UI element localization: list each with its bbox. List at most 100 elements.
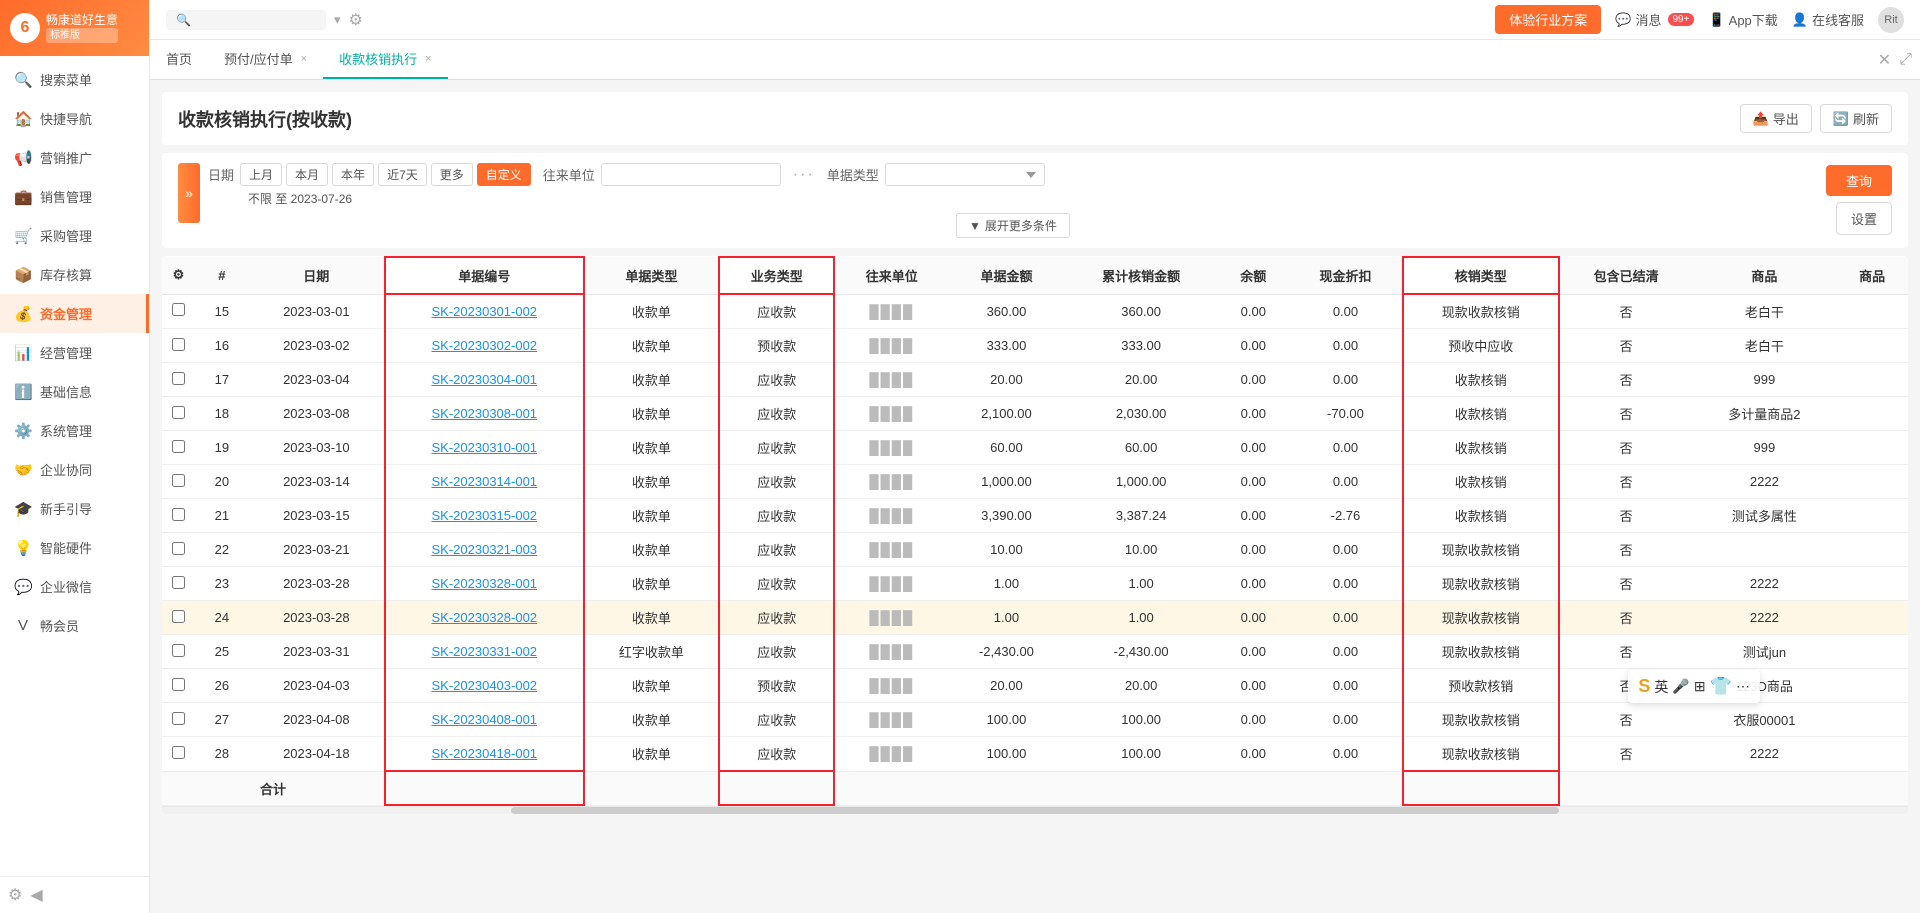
sidebar-item-basic[interactable]: ℹ️基础信息: [0, 372, 149, 411]
cell-checkbox[interactable]: [162, 567, 195, 601]
bill-no-link[interactable]: SK-20230418-001: [432, 746, 538, 761]
date-btn-more[interactable]: 更多: [431, 163, 473, 186]
data-table: ⚙ # 日期 单据编号 单据类型 业务类型 往来单位 单据金额 累计核销金额 余…: [162, 256, 1908, 806]
tab-receivable-exec[interactable]: 收款核销执行 ×: [323, 40, 447, 79]
cell-include-cleared: 否: [1559, 397, 1693, 431]
bill-no-link[interactable]: SK-20230315-002: [432, 508, 538, 523]
row-checkbox[interactable]: [172, 712, 185, 725]
cell-checkbox[interactable]: [162, 397, 195, 431]
sidebar-item-business[interactable]: 📊经营管理: [0, 333, 149, 372]
settings-btn[interactable]: 设置: [1836, 202, 1892, 235]
sidebar-item-quick-nav[interactable]: 🏠快捷导航: [0, 99, 149, 138]
bill-no-link[interactable]: SK-20230301-002: [432, 304, 538, 319]
cell-balance: 0.00: [1217, 431, 1289, 465]
date-btn-custom[interactable]: 自定义: [477, 163, 531, 186]
sidebar-item-inventory[interactable]: 📦库存核算: [0, 255, 149, 294]
sidebar-item-hardware[interactable]: 💡智能硬件: [0, 528, 149, 567]
cell-checkbox[interactable]: [162, 737, 195, 772]
top-search[interactable]: 🔍: [166, 10, 326, 30]
close-all-icon[interactable]: ✕: [1878, 50, 1891, 70]
refresh-icon: 🔄: [1833, 111, 1849, 127]
app-download-item[interactable]: 📱 App下载: [1708, 10, 1777, 29]
row-checkbox[interactable]: [172, 576, 185, 589]
cell-checkbox[interactable]: [162, 329, 195, 363]
cell-checkbox[interactable]: [162, 465, 195, 499]
cell-checkbox[interactable]: [162, 533, 195, 567]
cell-checkbox[interactable]: [162, 363, 195, 397]
bill-no-link[interactable]: SK-20230304-001: [432, 372, 538, 387]
row-checkbox[interactable]: [172, 372, 185, 385]
row-checkbox[interactable]: [172, 474, 185, 487]
cell-accumulated: 3,387.24: [1065, 499, 1218, 533]
sidebar-item-search[interactable]: 🔍搜索菜单: [0, 60, 149, 99]
sidebar-item-sales[interactable]: 💼销售管理: [0, 177, 149, 216]
row-checkbox[interactable]: [172, 678, 185, 691]
sidebar-item-marketing[interactable]: 📢营销推广: [0, 138, 149, 177]
cell-checkbox[interactable]: [162, 499, 195, 533]
online-service-item[interactable]: 👤 在线客服: [1792, 10, 1864, 29]
horizontal-scrollbar[interactable]: [162, 806, 1908, 814]
tab-home[interactable]: 首页: [150, 40, 208, 79]
expand-more-btn[interactable]: ▼ 展开更多条件: [956, 213, 1070, 238]
date-btn-this-month[interactable]: 本月: [286, 163, 328, 186]
partner-input[interactable]: [601, 163, 781, 186]
gear-icon[interactable]: ⚙: [349, 10, 363, 30]
sidebar-item-enterprise[interactable]: 🤝企业协同: [0, 450, 149, 489]
tab-payable-close[interactable]: ×: [301, 53, 307, 65]
row-checkbox[interactable]: [172, 508, 185, 521]
expand-left-btn[interactable]: »: [178, 163, 200, 223]
restore-icon[interactable]: ⤢: [1899, 51, 1912, 69]
date-btn-7days[interactable]: 近7天: [378, 163, 427, 186]
cell-product1: 多计量商品2: [1693, 397, 1837, 431]
tab-payable[interactable]: 预付/应付单 ×: [208, 40, 323, 79]
sidebar-item-guide[interactable]: 🎓新手引导: [0, 489, 149, 528]
row-checkbox[interactable]: [172, 406, 185, 419]
user-avatar[interactable]: Rit: [1878, 7, 1904, 33]
cell-checkbox[interactable]: [162, 294, 195, 329]
bill-type-select[interactable]: [885, 163, 1045, 186]
refresh-btn[interactable]: 🔄 刷新: [1820, 104, 1892, 133]
sidebar-item-system[interactable]: ⚙️系统管理: [0, 411, 149, 450]
bill-no-link[interactable]: SK-20230331-002: [432, 644, 538, 659]
query-btn[interactable]: 查询: [1826, 165, 1892, 196]
col-gear[interactable]: ⚙: [162, 257, 195, 294]
tab-receivable-close[interactable]: ×: [425, 53, 431, 65]
bill-no-link[interactable]: SK-20230328-001: [432, 576, 538, 591]
tab-bar-right: ✕ ⤢: [1878, 40, 1920, 79]
cell-checkbox[interactable]: [162, 635, 195, 669]
bill-no-link[interactable]: SK-20230310-001: [432, 440, 538, 455]
industry-btn[interactable]: 体验行业方案: [1495, 5, 1601, 34]
col-bill-type: 单据类型: [584, 257, 720, 294]
sidebar-item-finance[interactable]: 💰资金管理: [0, 294, 149, 333]
row-checkbox[interactable]: [172, 440, 185, 453]
cell-checkbox[interactable]: [162, 601, 195, 635]
bill-no-link[interactable]: SK-20230308-001: [432, 406, 538, 421]
bill-no-link[interactable]: SK-20230314-001: [432, 474, 538, 489]
bill-no-link[interactable]: SK-20230321-003: [432, 542, 538, 557]
row-checkbox[interactable]: [172, 303, 185, 316]
cell-date: 2023-03-28: [249, 601, 385, 635]
bill-no-link[interactable]: SK-20230328-002: [432, 610, 538, 625]
cell-checkbox[interactable]: [162, 703, 195, 737]
row-checkbox[interactable]: [172, 644, 185, 657]
date-btn-last-month[interactable]: 上月: [240, 163, 282, 186]
export-btn[interactable]: 📤 导出: [1740, 104, 1812, 133]
sidebar-item-member[interactable]: V畅会员: [0, 606, 149, 645]
bill-no-link[interactable]: SK-20230403-002: [432, 678, 538, 693]
messages-item[interactable]: 💬 消息 99+: [1615, 10, 1694, 29]
sidebar-item-purchase[interactable]: 🛒采购管理: [0, 216, 149, 255]
date-btn-this-year[interactable]: 本年: [332, 163, 374, 186]
row-checkbox[interactable]: [172, 338, 185, 351]
row-checkbox[interactable]: [172, 610, 185, 623]
header-arrow-icon[interactable]: ▾: [334, 12, 341, 28]
collapse-icon[interactable]: ◀: [30, 885, 42, 905]
row-checkbox[interactable]: [172, 746, 185, 759]
bill-no-link[interactable]: SK-20230302-002: [432, 338, 538, 353]
bill-no-link[interactable]: SK-20230408-001: [432, 712, 538, 727]
cell-checkbox[interactable]: [162, 669, 195, 703]
cell-checkbox[interactable]: [162, 431, 195, 465]
row-checkbox[interactable]: [172, 542, 185, 555]
table-row: 17 2023-03-04 SK-20230304-001 收款单 应收款 ██…: [162, 363, 1908, 397]
settings-icon[interactable]: ⚙: [8, 885, 22, 905]
sidebar-item-wechat[interactable]: 💬企业微信: [0, 567, 149, 606]
